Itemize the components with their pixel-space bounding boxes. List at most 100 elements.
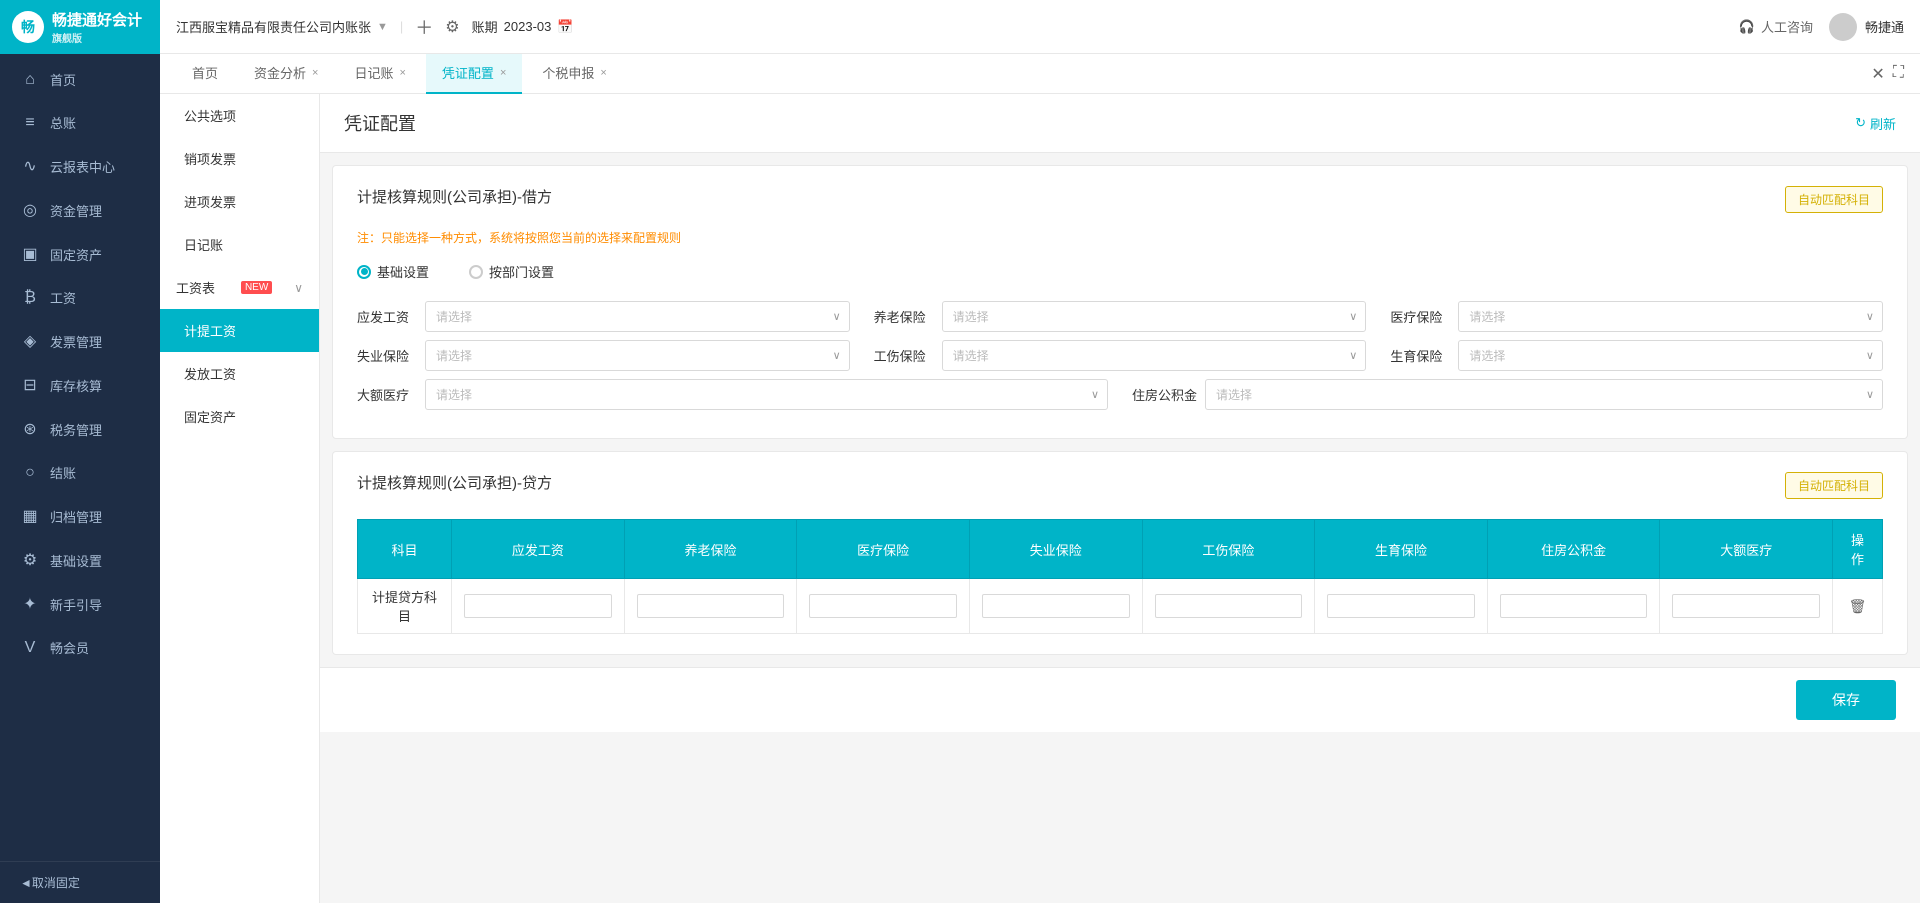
nav-fixed-asset[interactable]: 固定资产	[160, 395, 319, 438]
form-item-daeyiliao: 大额医疗 请选择 ∨	[357, 379, 1108, 410]
close-fund-analysis-tab[interactable]: ×	[312, 67, 318, 79]
setting-icon: ⚙	[20, 550, 40, 570]
nav-journal[interactable]: 日记账	[160, 223, 319, 266]
credit-section: 自动匹配科目 计提核算规则(公司承担)-贷方 科目 应发工资 养老保险 医疗保险…	[332, 451, 1908, 655]
shiye-select[interactable]: 请选择 ∨	[425, 340, 850, 371]
sidebar-item-inventory[interactable]: ⊟ 库存核算	[0, 363, 160, 407]
tab-fund-analysis[interactable]: 资金分析 ×	[238, 54, 334, 94]
shiye-label: 失业保险	[357, 346, 417, 365]
shengyu-placeholder: 请选择	[1469, 347, 1505, 364]
sidebar-item-guide[interactable]: ✦ 新手引导	[0, 582, 160, 626]
cell-input-shiye[interactable]	[982, 594, 1130, 618]
nav-public[interactable]: 公共选项	[160, 94, 319, 137]
col-yiliao: 医疗保险	[797, 520, 970, 579]
form-item-zhufang: 住房公积金 请选择 ∨	[1132, 379, 1883, 410]
shengyu-chevron-icon: ∨	[1866, 349, 1874, 362]
sidebar-unpin[interactable]: ◄取消固定	[0, 861, 160, 903]
tab-home[interactable]: 首页	[176, 54, 234, 94]
table-row: 计提贷方科目 🗑	[358, 579, 1883, 634]
debit-form-row-2: 失业保险 请选择 ∨ 工伤保险 请选择 ∨ 生育	[357, 340, 1883, 371]
sidebar-item-fixed-asset[interactable]: ▣ 固定资产	[0, 232, 160, 276]
cell-input-yiliao[interactable]	[809, 594, 957, 618]
yanglao-placeholder: 请选择	[953, 308, 989, 325]
cell-input-yingfa[interactable]	[464, 594, 612, 618]
row-subject-label: 计提贷方科目	[358, 579, 452, 634]
form-item-gongshang: 工伤保险 请选择 ∨	[874, 340, 1367, 371]
delete-row-icon[interactable]: 🗑	[1849, 598, 1867, 614]
sidebar-item-fund[interactable]: ◎ 资金管理	[0, 188, 160, 232]
settings-icon[interactable]: ⚙	[445, 17, 459, 37]
sidebar-item-ledger[interactable]: ≡ 总账	[0, 101, 160, 144]
radio-basic[interactable]: 基础设置	[357, 262, 429, 281]
main-area: 江西服宝精品有限责任公司内账张 ▼ | ＋ ⚙ 账期 2023-03 📅 🎧 人…	[160, 0, 1920, 903]
gongshang-select[interactable]: 请选择 ∨	[942, 340, 1367, 371]
company-selector[interactable]: 江西服宝精品有限责任公司内账张 ▼	[176, 17, 388, 36]
logo-icon: 畅	[12, 11, 44, 43]
period-value: 2023-03	[504, 19, 552, 34]
refresh-icon: ↻	[1855, 115, 1866, 131]
row-cell-gongshang	[1142, 579, 1315, 634]
nav-salary-sheet-group[interactable]: 工资表 NEW ∨	[160, 266, 319, 309]
tab-tax-report[interactable]: 个税申报 ×	[526, 54, 622, 94]
gongshang-placeholder: 请选择	[953, 347, 989, 364]
add-account-button[interactable]: ＋	[415, 14, 433, 40]
shengyu-select[interactable]: 请选择 ∨	[1458, 340, 1883, 371]
zhufang-placeholder: 请选择	[1216, 386, 1252, 403]
cell-input-shengyu[interactable]	[1327, 594, 1475, 618]
debit-form-row-1: 应发工资 请选择 ∨ 养老保险 请选择 ∨ 医疗	[357, 301, 1883, 332]
credit-auto-match-button[interactable]: 自动匹配科目	[1785, 472, 1883, 499]
service-button[interactable]: 🎧 人工咨询	[1739, 17, 1813, 36]
chevron-down-icon: ∨	[294, 281, 303, 295]
expand-tab-icon[interactable]: ⛶	[1893, 64, 1904, 84]
sidebar-item-tax[interactable]: ⊛ 税务管理	[0, 407, 160, 451]
gongshang-label: 工伤保险	[874, 346, 934, 365]
col-subject: 科目	[358, 520, 452, 579]
row-action: 🗑	[1833, 579, 1883, 634]
save-button[interactable]: 保存	[1796, 680, 1896, 720]
refresh-button[interactable]: ↻ 刷新	[1855, 114, 1896, 133]
user-menu[interactable]: 畅捷通	[1829, 13, 1904, 41]
radio-group: 基础设置 按部门设置	[357, 262, 1883, 281]
sidebar-item-cloud-report[interactable]: ∿ 云报表中心	[0, 144, 160, 188]
col-yanglao: 养老保险	[624, 520, 797, 579]
sidebar-item-basic-setting[interactable]: ⚙ 基础设置	[0, 538, 160, 582]
yanglao-chevron-icon: ∨	[1349, 310, 1357, 323]
cell-input-zhufang[interactable]	[1500, 594, 1648, 618]
content-area: 公共选项 销项发票 进项发票 日记账 工资表 NEW ∨ 计提工资 发放工资	[160, 94, 1920, 903]
close-journal-tab[interactable]: ×	[399, 67, 405, 79]
sidebar-item-salary[interactable]: ₿ 工资	[0, 276, 160, 319]
close-tab-icon[interactable]: ✕	[1871, 64, 1884, 84]
sidebar-item-member[interactable]: V 畅会员	[0, 626, 160, 669]
radio-dept[interactable]: 按部门设置	[469, 262, 554, 281]
topbar: 江西服宝精品有限责任公司内账张 ▼ | ＋ ⚙ 账期 2023-03 📅 🎧 人…	[160, 0, 1920, 54]
debit-auto-match-button[interactable]: 自动匹配科目	[1785, 186, 1883, 213]
nav-pay-salary[interactable]: 发放工资	[160, 352, 319, 395]
yanglao-label: 养老保险	[874, 307, 934, 326]
sidebar-item-invoice[interactable]: ◈ 发票管理	[0, 319, 160, 363]
daeyiliao-select[interactable]: 请选择 ∨	[425, 379, 1108, 410]
sidebar-item-archive[interactable]: ▦ 归档管理	[0, 494, 160, 538]
yingfa-select[interactable]: 请选择 ∨	[425, 301, 850, 332]
cell-input-gongshang[interactable]	[1155, 594, 1303, 618]
cell-input-yanglao[interactable]	[637, 594, 785, 618]
close-voucher-config-tab[interactable]: ×	[500, 67, 506, 79]
sidebar-logo: 畅 畅捷通好会计 旗舰版	[0, 0, 160, 54]
nav-sales-invoice[interactable]: 销项发票	[160, 137, 319, 180]
col-yingfa: 应发工资	[452, 520, 625, 579]
yiliao-select[interactable]: 请选择 ∨	[1458, 301, 1883, 332]
sidebar-item-checkout[interactable]: ○ 结账	[0, 451, 160, 494]
tab-voucher-config[interactable]: 凭证配置 ×	[426, 54, 522, 94]
tabs-right-controls: ✕ ⛶	[1871, 64, 1904, 84]
col-zhufang: 住房公积金	[1487, 520, 1660, 579]
cell-input-daeyiliao[interactable]	[1672, 594, 1820, 618]
nav-calc-salary[interactable]: 计提工资	[160, 309, 319, 352]
nav-purchase-invoice[interactable]: 进项发票	[160, 180, 319, 223]
sidebar-item-home[interactable]: ⌂ 首页	[0, 58, 160, 101]
calendar-icon[interactable]: 📅	[557, 19, 573, 35]
close-tax-report-tab[interactable]: ×	[600, 67, 606, 79]
tab-journal[interactable]: 日记账 ×	[338, 54, 421, 94]
col-gongshang: 工伤保险	[1142, 520, 1315, 579]
yingfa-placeholder: 请选择	[436, 308, 472, 325]
yanglao-select[interactable]: 请选择 ∨	[942, 301, 1367, 332]
zhufang-select[interactable]: 请选择 ∨	[1205, 379, 1883, 410]
